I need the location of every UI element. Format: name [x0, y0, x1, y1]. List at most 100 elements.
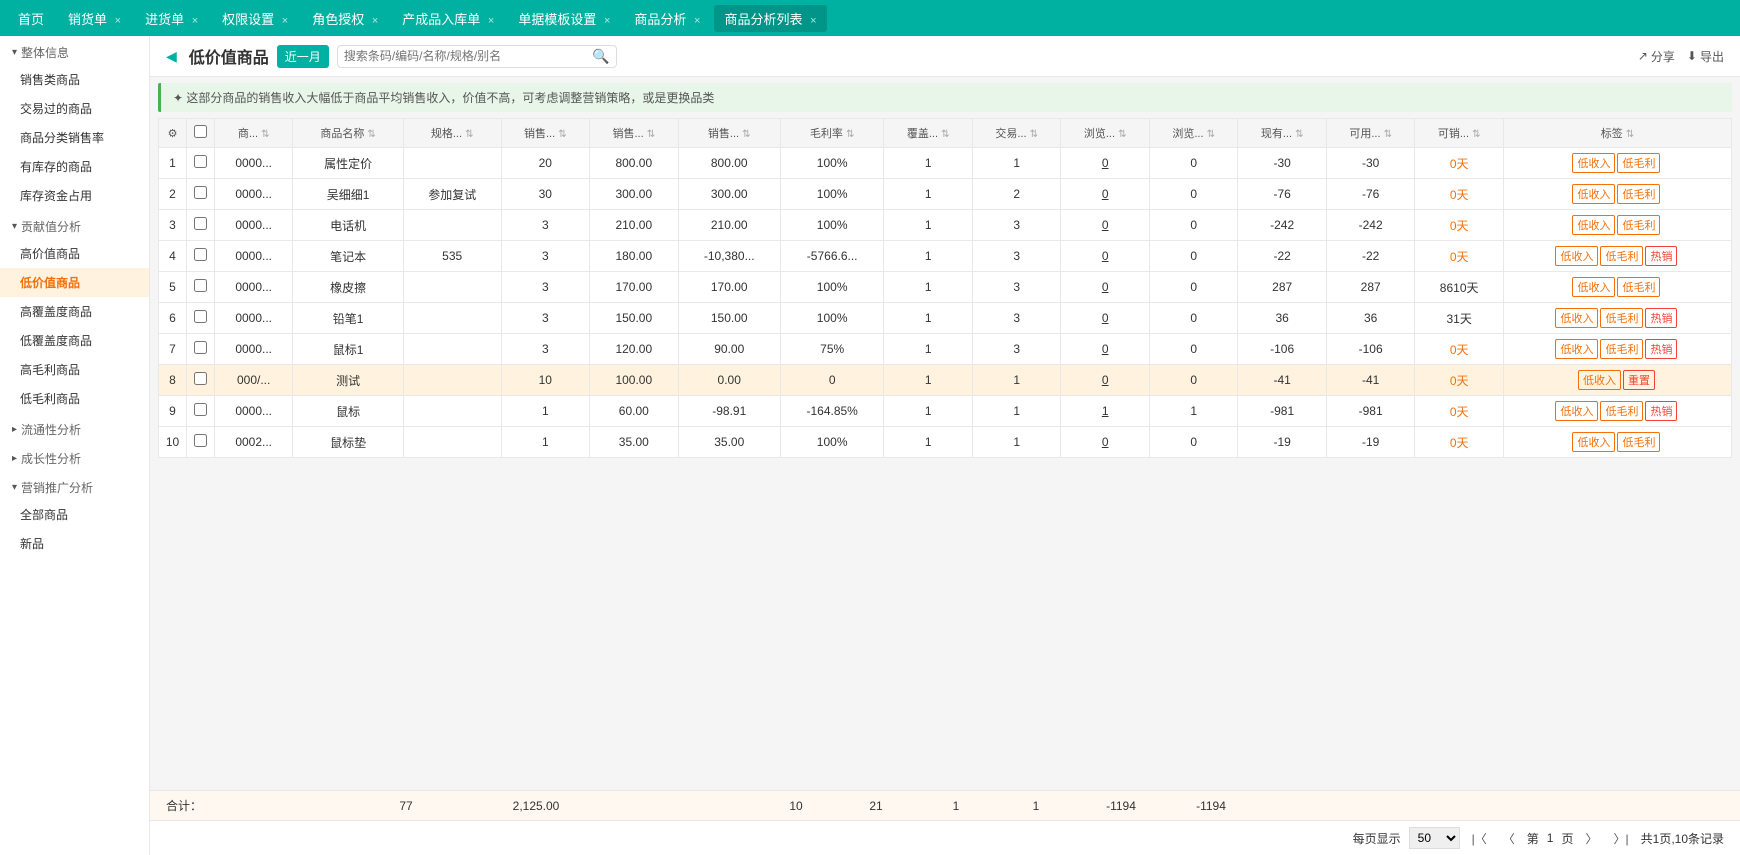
share-button[interactable]: ↗ 分享 — [1638, 48, 1675, 65]
nav-product-warehouse[interactable]: 产成品入库单 × — [392, 5, 504, 32]
sidebar-group-overall[interactable]: ▾ 整体信息 — [0, 36, 149, 65]
row-checkbox[interactable] — [187, 241, 215, 272]
sidebar-item-high-coverage[interactable]: 高覆盖度商品 — [0, 297, 149, 326]
row-check[interactable] — [194, 341, 207, 354]
col-name-header[interactable]: 商品名称 ⇅ — [293, 119, 403, 148]
browse1-link[interactable]: 0 — [1102, 373, 1109, 387]
row-check[interactable] — [194, 217, 207, 230]
sidebar-item-new-products[interactable]: 新品 — [0, 529, 149, 558]
row-check[interactable] — [194, 279, 207, 292]
row-browse1[interactable]: 0 — [1061, 427, 1150, 458]
nav-role-auth[interactable]: 角色授权 × — [302, 5, 388, 32]
row-checkbox[interactable] — [187, 334, 215, 365]
row-browse1[interactable]: 0 — [1061, 148, 1150, 179]
browse1-link[interactable]: 0 — [1102, 342, 1109, 356]
row-checkbox[interactable] — [187, 272, 215, 303]
close-product-warehouse[interactable]: × — [488, 15, 494, 27]
export-button[interactable]: ⬇ 导出 — [1687, 48, 1724, 65]
close-permission[interactable]: × — [282, 15, 288, 27]
close-product-analysis-list[interactable]: × — [810, 15, 816, 27]
col-cover-header[interactable]: 覆盖... ⇅ — [884, 119, 973, 148]
sidebar-item-stock-products[interactable]: 有库存的商品 — [0, 152, 149, 181]
row-check[interactable] — [194, 403, 207, 416]
row-check[interactable] — [194, 434, 207, 447]
close-sales-order[interactable]: × — [115, 15, 121, 27]
browse1-link[interactable]: 0 — [1102, 187, 1109, 201]
row-check[interactable] — [194, 186, 207, 199]
browse1-link[interactable]: 0 — [1102, 280, 1109, 294]
row-checkbox[interactable] — [187, 427, 215, 458]
col-code-header[interactable]: 商... ⇅ — [215, 119, 293, 148]
last-page-btn[interactable]: 〉| — [1610, 828, 1633, 849]
row-browse1[interactable]: 0 — [1061, 241, 1150, 272]
nav-product-analysis-list[interactable]: 商品分析列表 × — [714, 5, 826, 32]
row-browse1[interactable]: 1 — [1061, 396, 1150, 427]
sidebar-item-traded-products[interactable]: 交易过的商品 — [0, 94, 149, 123]
sidebar-item-high-gross[interactable]: 高毛利商品 — [0, 355, 149, 384]
col-browse2-header[interactable]: 浏览... ⇅ — [1149, 119, 1238, 148]
browse1-link[interactable]: 0 — [1102, 218, 1109, 232]
nav-sales-order[interactable]: 销货单 × — [58, 5, 131, 32]
sidebar-item-sales-products[interactable]: 销售类商品 — [0, 65, 149, 94]
select-all-checkbox[interactable] — [194, 125, 207, 138]
row-checkbox[interactable] — [187, 303, 215, 334]
first-page-btn[interactable]: |〈 — [1468, 828, 1491, 849]
sidebar-item-category-rate[interactable]: 商品分类销售率 — [0, 123, 149, 152]
col-settings[interactable]: ⚙ — [159, 119, 187, 148]
row-check[interactable] — [194, 155, 207, 168]
nav-home[interactable]: 首页 — [8, 5, 54, 32]
row-browse1[interactable]: 0 — [1061, 365, 1150, 396]
browse1-link[interactable]: 1 — [1102, 404, 1109, 418]
browse1-link[interactable]: 0 — [1102, 249, 1109, 263]
sidebar-item-low-gross[interactable]: 低毛利商品 — [0, 384, 149, 413]
row-checkbox[interactable] — [187, 210, 215, 241]
close-role-auth[interactable]: × — [372, 15, 378, 27]
row-checkbox[interactable] — [187, 396, 215, 427]
nav-purchase-order[interactable]: 进货单 × — [135, 5, 208, 32]
col-spec-header[interactable]: 规格... ⇅ — [403, 119, 501, 148]
nav-product-analysis[interactable]: 商品分析 × — [624, 5, 710, 32]
col-sale3-header[interactable]: 销售... ⇅ — [678, 119, 780, 148]
search-input[interactable] — [344, 49, 593, 63]
sidebar-group-contribution[interactable]: ▾ 贡献值分析 — [0, 210, 149, 239]
row-checkbox[interactable] — [187, 148, 215, 179]
col-days-header[interactable]: 可销... ⇅ — [1415, 119, 1504, 148]
sidebar-collapse-btn[interactable]: ◀ — [166, 48, 177, 65]
sidebar-item-low-coverage[interactable]: 低覆盖度商品 — [0, 326, 149, 355]
next-page-btn[interactable]: 〉 — [1582, 828, 1602, 849]
col-sale1-header[interactable]: 销售... ⇅ — [501, 119, 590, 148]
nav-permission-settings[interactable]: 权限设置 × — [212, 5, 298, 32]
col-trade-header[interactable]: 交易... ⇅ — [972, 119, 1061, 148]
row-check[interactable] — [194, 372, 207, 385]
sidebar-group-marketing[interactable]: ▾ 营销推广分析 — [0, 471, 149, 500]
browse1-link[interactable]: 0 — [1102, 435, 1109, 449]
browse1-link[interactable]: 0 — [1102, 156, 1109, 170]
col-gross-header[interactable]: 毛利率 ⇅ — [780, 119, 884, 148]
per-page-select[interactable]: 50 100 200 — [1409, 827, 1460, 849]
col-sale2-header[interactable]: 销售... ⇅ — [590, 119, 679, 148]
row-browse1[interactable]: 0 — [1061, 210, 1150, 241]
sidebar-group-circulation[interactable]: ▸ 流通性分析 — [0, 413, 149, 442]
row-browse1[interactable]: 0 — [1061, 303, 1150, 334]
period-button[interactable]: 近一月 — [277, 45, 329, 68]
prev-page-btn[interactable]: 〈 — [1499, 828, 1519, 849]
col-tags-header[interactable]: 标签 ⇅ — [1503, 119, 1731, 148]
row-check[interactable] — [194, 310, 207, 323]
close-template[interactable]: × — [604, 15, 610, 27]
row-checkbox[interactable] — [187, 365, 215, 396]
close-product-analysis[interactable]: × — [694, 15, 700, 27]
sidebar-item-high-value[interactable]: 高价值商品 — [0, 239, 149, 268]
col-avail-header[interactable]: 可用... ⇅ — [1326, 119, 1415, 148]
search-icon[interactable]: 🔍 — [592, 48, 609, 65]
row-browse1[interactable]: 0 — [1061, 179, 1150, 210]
row-check[interactable] — [194, 248, 207, 261]
sidebar-item-stock-capital[interactable]: 库存资金占用 — [0, 181, 149, 210]
row-browse1[interactable]: 0 — [1061, 272, 1150, 303]
row-checkbox[interactable] — [187, 179, 215, 210]
col-browse1-header[interactable]: 浏览... ⇅ — [1061, 119, 1150, 148]
sidebar-group-growth[interactable]: ▸ 成长性分析 — [0, 442, 149, 471]
nav-template-settings[interactable]: 单据模板设置 × — [508, 5, 620, 32]
sidebar-item-low-value[interactable]: 低价值商品 — [0, 268, 149, 297]
close-purchase-order[interactable]: × — [192, 15, 198, 27]
row-browse1[interactable]: 0 — [1061, 334, 1150, 365]
